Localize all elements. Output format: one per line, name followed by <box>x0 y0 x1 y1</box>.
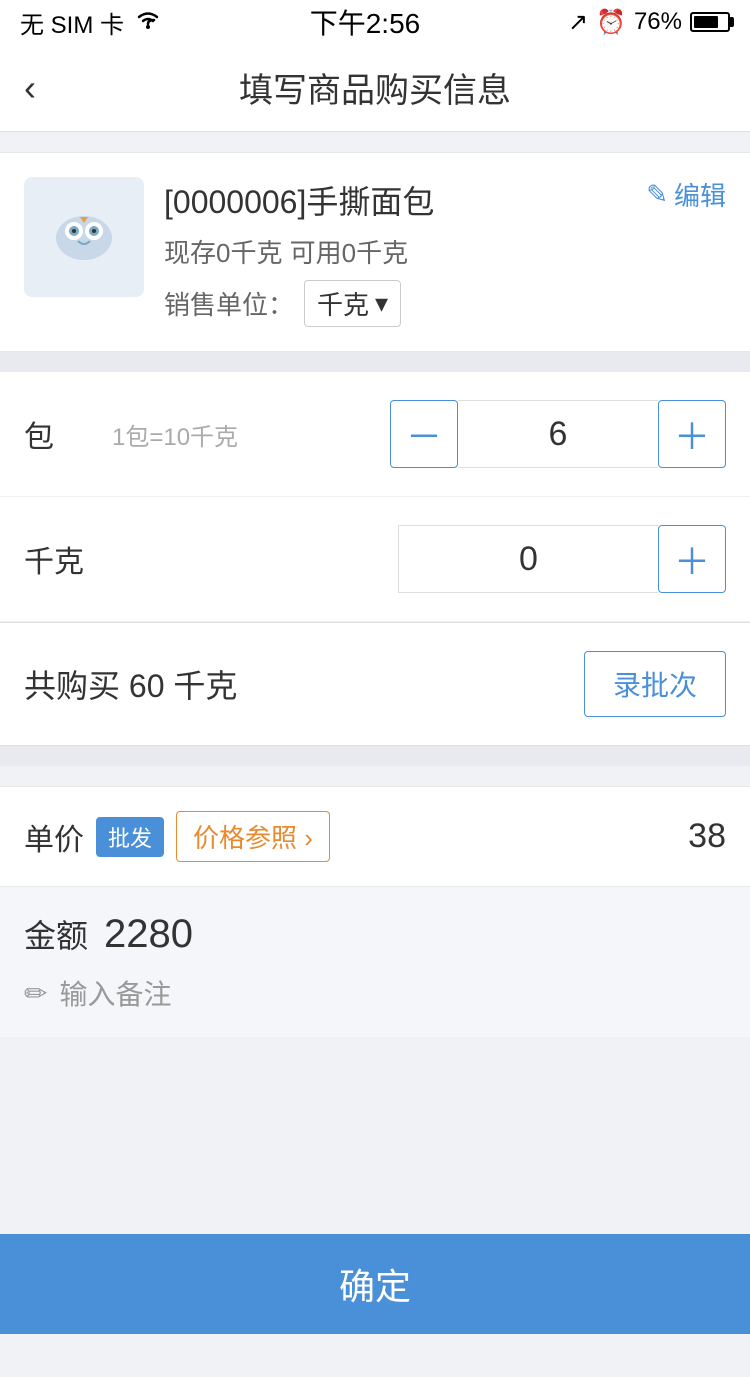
bao-quantity-control: － ＋ <box>390 400 726 468</box>
price-ref-button[interactable]: 价格参照 › <box>176 811 330 862</box>
location-icon: ↗ <box>568 8 588 37</box>
product-name: [0000006]手撕面包 <box>164 177 726 223</box>
status-time: 下午2:56 <box>310 2 421 42</box>
dropdown-icon: ▾ <box>375 288 388 319</box>
section-separator-1 <box>0 352 750 372</box>
sim-label: 无 SIM 卡 <box>20 5 124 40</box>
product-image <box>24 177 144 297</box>
product-logo-icon <box>49 203 119 272</box>
bao-plus-button[interactable]: ＋ <box>658 400 726 468</box>
amount-section: 金额 2280 ✏ 输入备注 <box>0 887 750 1037</box>
back-button[interactable]: ‹ <box>24 67 36 109</box>
wifi-icon <box>134 8 162 37</box>
minus-icon: － <box>406 408 442 460</box>
product-info: [0000006]手撕面包 现存0千克 可用0千克 销售单位： 千克 ▾ <box>164 177 726 327</box>
price-label: 单价 <box>24 815 84 859</box>
kg-label: 千克 <box>24 537 104 581</box>
plus-icon: ＋ <box>674 408 710 460</box>
bao-hint: 1包=10千克 <box>112 417 390 452</box>
unit-selector[interactable]: 千克 ▾ <box>304 280 401 327</box>
kg-plus-button[interactable]: ＋ <box>658 525 726 593</box>
bao-label: 包 <box>24 412 104 456</box>
price-value: 38 <box>688 817 726 856</box>
kg-quantity-control: ＋ <box>398 525 726 593</box>
summary-row: 共购买 60 千克 录批次 <box>0 622 750 746</box>
product-stock: 现存0千克 可用0千克 <box>164 233 726 270</box>
remark-icon: ✏ <box>24 977 47 1010</box>
quantity-section: 包 1包=10千克 － ＋ 千克 ＋ <box>0 372 750 622</box>
confirm-label: 确定 <box>339 1258 411 1310</box>
kg-quantity-input[interactable] <box>398 525 658 593</box>
product-card: [0000006]手撕面包 现存0千克 可用0千克 销售单位： 千克 ▾ ✎ 编… <box>0 152 750 352</box>
edit-button[interactable]: ✎ 编辑 <box>646 176 726 213</box>
remark-row[interactable]: ✏ 输入备注 <box>24 973 726 1013</box>
remark-placeholder: 输入备注 <box>59 973 171 1013</box>
amount-row: 金额 2280 <box>24 911 726 957</box>
section-separator-2 <box>0 746 750 766</box>
battery-icon <box>690 12 730 32</box>
product-unit: 销售单位： 千克 ▾ <box>164 280 726 327</box>
price-ref-label: 价格参照 › <box>193 818 313 855</box>
kg-row: 千克 ＋ <box>0 497 750 622</box>
battery-percent: 76% <box>634 8 682 36</box>
edit-icon: ✎ <box>646 179 668 210</box>
price-section: 单价 批发 价格参照 › 38 <box>0 786 750 887</box>
amount-label: 金额 <box>24 911 88 957</box>
status-right: ↗ ⏰ 76% <box>568 8 730 37</box>
page-title: 填写商品购买信息 <box>239 63 511 112</box>
summary-text: 共购买 60 千克 <box>24 661 237 707</box>
unit-label: 销售单位： <box>164 285 294 322</box>
alarm-icon: ⏰ <box>596 8 626 37</box>
price-tag: 批发 <box>96 817 164 857</box>
unit-value: 千克 <box>317 285 369 322</box>
bao-minus-button[interactable]: － <box>390 400 458 468</box>
plus-icon-kg: ＋ <box>674 533 710 585</box>
confirm-button[interactable]: 确定 <box>0 1234 750 1334</box>
bao-row: 包 1包=10千克 － ＋ <box>0 372 750 497</box>
amount-value: 2280 <box>104 912 193 957</box>
bao-quantity-input[interactable] <box>458 400 658 468</box>
nav-bar: ‹ 填写商品购买信息 <box>0 44 750 132</box>
price-row: 单价 批发 价格参照 › 38 <box>24 811 726 862</box>
status-left: 无 SIM 卡 <box>20 5 162 40</box>
status-bar: 无 SIM 卡 下午2:56 ↗ ⏰ 76% <box>0 0 750 44</box>
batch-button[interactable]: 录批次 <box>584 651 726 717</box>
